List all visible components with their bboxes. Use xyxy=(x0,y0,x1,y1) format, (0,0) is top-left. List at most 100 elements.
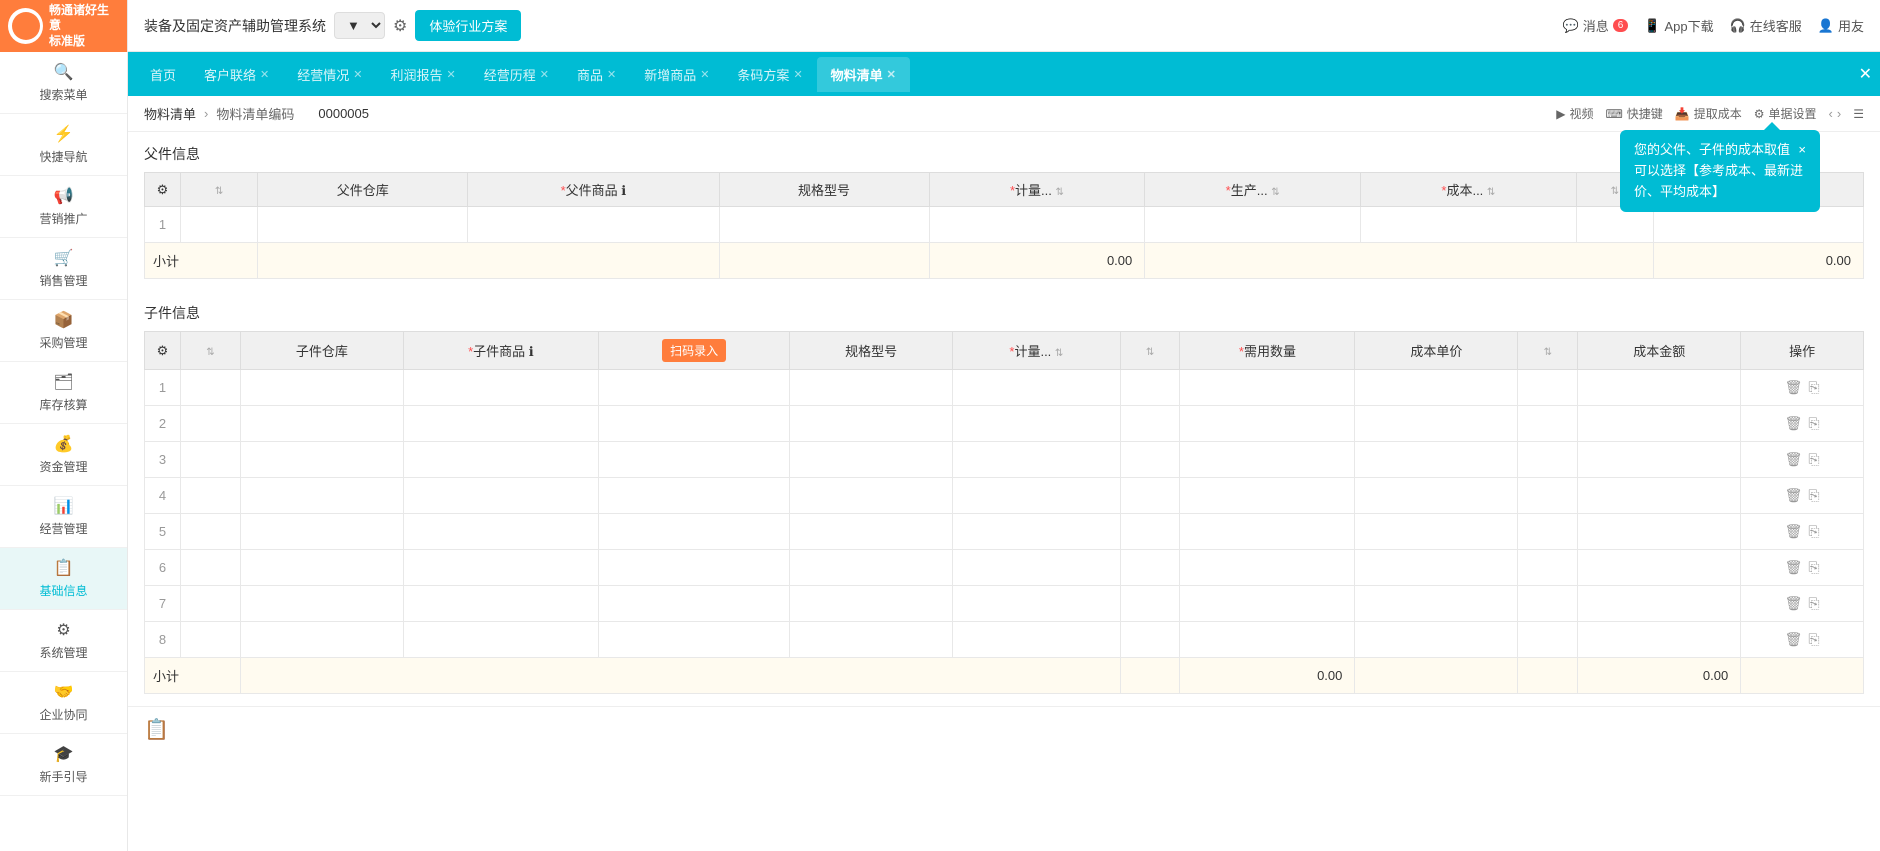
child-row-qty[interactable] xyxy=(1180,442,1355,478)
tab-close-icon[interactable]: ✕ xyxy=(260,68,269,81)
child-row-unit[interactable] xyxy=(953,550,1120,586)
breadcrumb-item-bom[interactable]: 物料清单 xyxy=(144,104,196,123)
parent-row-product[interactable] xyxy=(468,207,719,243)
child-row-unit[interactable] xyxy=(953,586,1120,622)
online-service-button[interactable]: 🎧 在线客服 xyxy=(1730,16,1802,35)
child-row-warehouse[interactable] xyxy=(240,406,403,442)
sidebar-item-search[interactable]: 🔍搜索菜单 xyxy=(0,52,127,114)
child-row-product[interactable] xyxy=(403,406,598,442)
child-row-product[interactable] xyxy=(403,478,598,514)
nav-tab-customers[interactable]: 客户联络 ✕ xyxy=(190,57,283,92)
delete-row-button[interactable]: 🗑 xyxy=(1785,379,1803,396)
child-row-unit[interactable] xyxy=(953,478,1120,514)
child-row-spec[interactable] xyxy=(790,550,953,586)
nav-tab-barcode[interactable]: 条码方案 ✕ xyxy=(723,57,816,92)
child-row-qty[interactable] xyxy=(1180,586,1355,622)
tab-close-icon[interactable]: ✕ xyxy=(887,68,896,81)
nav-tab-operations[interactable]: 经营情况 ✕ xyxy=(283,57,376,92)
copy-row-button[interactable]: ⎘ xyxy=(1808,487,1819,504)
copy-row-button[interactable]: ⎘ xyxy=(1808,523,1819,540)
sidebar-item-enterprise[interactable]: 🤝企业协同 xyxy=(0,672,127,734)
child-row-unit-price[interactable] xyxy=(1355,442,1518,478)
child-row-unit[interactable] xyxy=(953,406,1120,442)
copy-row-button[interactable]: ⎘ xyxy=(1808,415,1819,432)
video-action[interactable]: ▶ 视频 xyxy=(1556,105,1593,122)
sidebar-item-purchase[interactable]: 📦采购管理 xyxy=(0,300,127,362)
parent-row-unit[interactable] xyxy=(929,207,1145,243)
messages-button[interactable]: 💬 消息 6 xyxy=(1563,16,1629,35)
child-row-product[interactable] xyxy=(403,514,598,550)
child-row-spec[interactable] xyxy=(790,514,953,550)
copy-row-button[interactable]: ⎘ xyxy=(1808,379,1819,396)
single-settings-action[interactable]: ⚙ 单据设置 xyxy=(1754,105,1817,122)
child-row-qty[interactable] xyxy=(1180,622,1355,658)
sidebar-item-marketing[interactable]: 📢营销推广 xyxy=(0,176,127,238)
child-row-warehouse[interactable] xyxy=(240,370,403,406)
nav-tab-new-products[interactable]: 新增商品 ✕ xyxy=(630,57,723,92)
nav-tab-bom[interactable]: 物料清单 ✕ xyxy=(817,57,910,92)
delete-row-button[interactable]: 🗑 xyxy=(1785,415,1803,432)
add-row-icon[interactable]: 📋 xyxy=(144,717,169,742)
child-row-unit-price[interactable] xyxy=(1355,550,1518,586)
copy-row-button[interactable]: ⎘ xyxy=(1808,631,1819,648)
sidebar-item-operations[interactable]: 📊经营管理 xyxy=(0,486,127,548)
child-row-product[interactable] xyxy=(403,442,598,478)
parent-col-settings[interactable]: ⚙ xyxy=(145,173,181,207)
close-all-tabs-button[interactable]: ✕ xyxy=(1859,64,1872,84)
child-row-product[interactable] xyxy=(403,586,598,622)
child-row-warehouse[interactable] xyxy=(240,514,403,550)
child-row-warehouse[interactable] xyxy=(240,550,403,586)
delete-row-button[interactable]: 🗑 xyxy=(1785,631,1803,648)
child-row-qty[interactable] xyxy=(1180,550,1355,586)
nav-tab-products[interactable]: 商品 ✕ xyxy=(563,57,630,92)
tab-close-icon[interactable]: ✕ xyxy=(353,68,362,81)
sidebar-item-finance[interactable]: 💰资金管理 xyxy=(0,424,127,486)
delete-row-button[interactable]: 🗑 xyxy=(1785,451,1803,468)
delete-row-button[interactable]: 🗑 xyxy=(1785,523,1803,540)
tab-close-icon[interactable]: ✕ xyxy=(540,68,549,81)
sidebar-item-basic-info[interactable]: 📋基础信息 xyxy=(0,548,127,610)
sidebar-item-inventory[interactable]: 🗂库存核算 xyxy=(0,362,127,424)
child-row-spec[interactable] xyxy=(790,586,953,622)
parent-row-cost[interactable] xyxy=(1360,207,1576,243)
system-selector[interactable]: ▼ xyxy=(334,12,385,39)
child-row-spec[interactable] xyxy=(790,622,953,658)
user-menu[interactable]: 👤 用友 xyxy=(1818,16,1864,35)
child-row-unit[interactable] xyxy=(953,514,1120,550)
sidebar-item-guide[interactable]: 🎓新手引导 xyxy=(0,734,127,796)
child-row-unit-price[interactable] xyxy=(1355,586,1518,622)
child-col-settings[interactable]: ⚙ xyxy=(145,332,181,370)
child-row-spec[interactable] xyxy=(790,406,953,442)
tab-close-icon[interactable]: ✕ xyxy=(447,68,456,81)
child-row-spec[interactable] xyxy=(790,370,953,406)
app-download-button[interactable]: 📱 App下载 xyxy=(1644,16,1713,35)
child-row-warehouse[interactable] xyxy=(240,622,403,658)
scan-input-button[interactable]: 扫码录入 xyxy=(662,339,726,362)
delete-row-button[interactable]: 🗑 xyxy=(1785,487,1803,504)
nav-tab-home[interactable]: 首页 xyxy=(136,57,190,92)
copy-row-button[interactable]: ⎘ xyxy=(1808,559,1819,576)
copy-row-button[interactable]: ⎘ xyxy=(1808,451,1819,468)
next-page-button[interactable]: › xyxy=(1837,106,1841,121)
copy-row-button[interactable]: ⎘ xyxy=(1808,595,1819,612)
child-row-product[interactable] xyxy=(403,370,598,406)
delete-row-button[interactable]: 🗑 xyxy=(1785,595,1803,612)
sidebar-item-sales[interactable]: 🛒销售管理 xyxy=(0,238,127,300)
settings-icon[interactable]: ⚙ xyxy=(393,16,407,36)
child-row-qty[interactable] xyxy=(1180,406,1355,442)
child-row-unit-price[interactable] xyxy=(1355,406,1518,442)
tab-close-icon[interactable]: ✕ xyxy=(793,68,802,81)
parent-row-spec[interactable] xyxy=(719,207,929,243)
parent-row-production[interactable] xyxy=(1145,207,1361,243)
tooltip-close-button[interactable]: × xyxy=(1798,140,1806,161)
child-row-spec[interactable] xyxy=(790,478,953,514)
child-row-unit-price[interactable] xyxy=(1355,370,1518,406)
child-row-product[interactable] xyxy=(403,622,598,658)
delete-row-button[interactable]: 🗑 xyxy=(1785,559,1803,576)
child-row-qty[interactable] xyxy=(1180,478,1355,514)
tab-close-icon[interactable]: ✕ xyxy=(700,68,709,81)
parent-row-warehouse[interactable] xyxy=(258,207,468,243)
table-view-button[interactable]: ☰ xyxy=(1853,107,1864,121)
child-row-unit-price[interactable] xyxy=(1355,514,1518,550)
child-row-unit-price[interactable] xyxy=(1355,478,1518,514)
